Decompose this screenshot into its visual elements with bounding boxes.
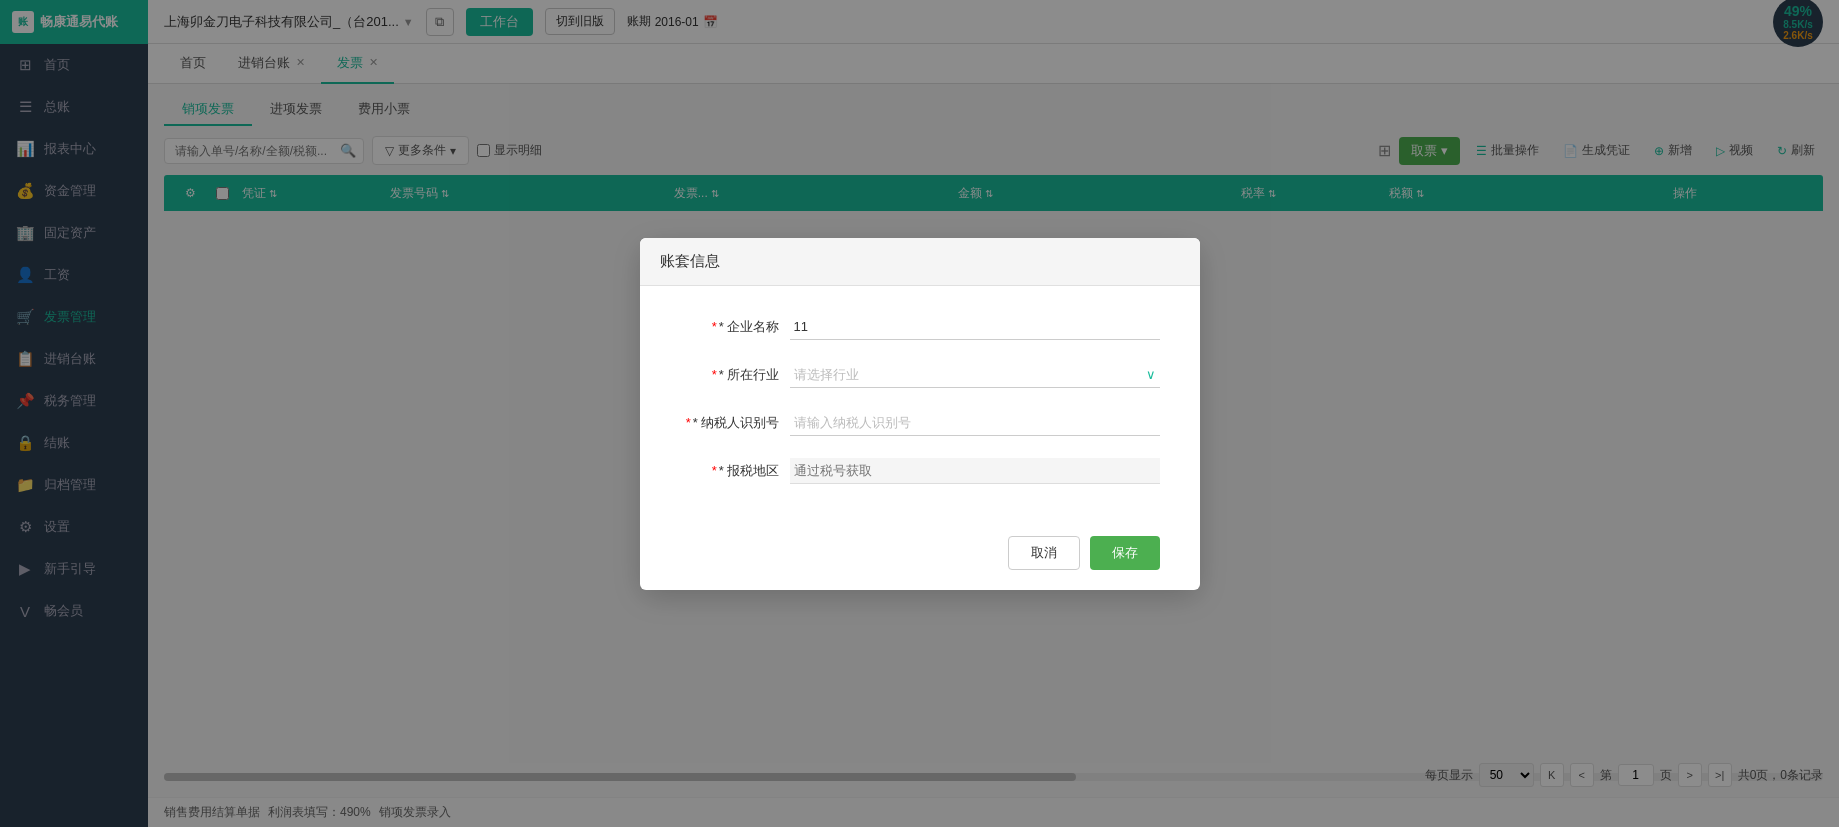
tax-id-label: ** 纳税人识别号 bbox=[680, 414, 790, 432]
industry-chevron-icon: ∨ bbox=[1146, 367, 1156, 382]
dialog-title: 账套信息 bbox=[640, 238, 1200, 286]
industry-select-wrap: 请选择行业 ∨ bbox=[790, 362, 1160, 388]
form-row-company: ** 企业名称 bbox=[680, 314, 1160, 340]
industry-label: ** 所在行业 bbox=[680, 366, 790, 384]
industry-select[interactable]: 请选择行业 bbox=[790, 362, 1160, 387]
company-name-input[interactable] bbox=[790, 314, 1160, 340]
form-row-industry: ** 所在行业 请选择行业 ∨ bbox=[680, 362, 1160, 388]
dialog-footer: 取消 保存 bbox=[640, 526, 1200, 590]
tax-region-input bbox=[790, 458, 1160, 484]
save-button[interactable]: 保存 bbox=[1090, 536, 1160, 570]
required-star: * bbox=[712, 319, 717, 334]
dialog-body: ** 企业名称 ** 所在行业 请选择行业 ∨ ** 纳税 bbox=[640, 286, 1200, 526]
tax-id-input[interactable] bbox=[790, 410, 1160, 436]
cancel-button[interactable]: 取消 bbox=[1008, 536, 1080, 570]
account-info-dialog: 账套信息 ** 企业名称 ** 所在行业 请选择行业 ∨ bbox=[640, 238, 1200, 590]
form-row-tax-id: ** 纳税人识别号 bbox=[680, 410, 1160, 436]
tax-region-label: ** 报税地区 bbox=[680, 462, 790, 480]
form-row-tax-region: ** 报税地区 bbox=[680, 458, 1160, 484]
dialog-overlay[interactable]: 账套信息 ** 企业名称 ** 所在行业 请选择行业 ∨ bbox=[0, 0, 1839, 827]
company-name-label: ** 企业名称 bbox=[680, 318, 790, 336]
